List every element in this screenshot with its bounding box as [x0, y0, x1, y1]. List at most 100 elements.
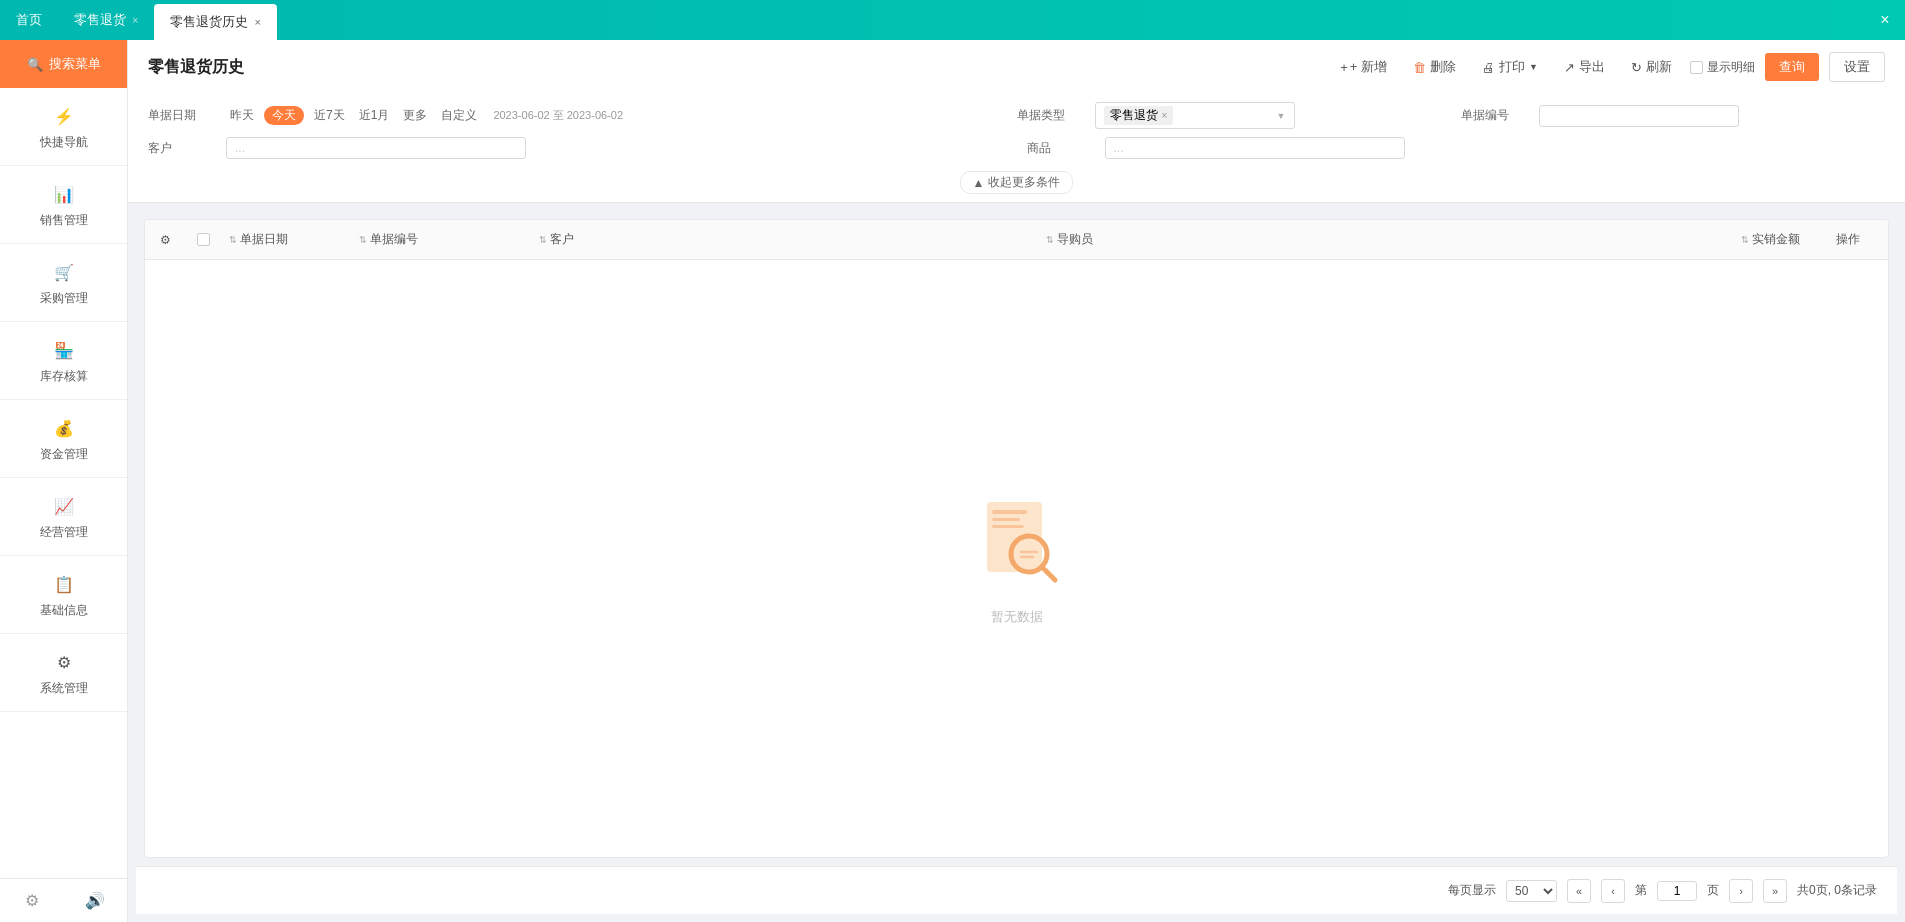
- sidebar-search-label: 搜索菜单: [49, 55, 101, 73]
- page-label: 第: [1635, 882, 1647, 899]
- svg-rect-2: [992, 518, 1020, 521]
- print-label: 打印: [1499, 58, 1525, 76]
- doc-type-tag: 零售退货 ×: [1104, 106, 1174, 125]
- sidebar-item-system-label: 系统管理: [40, 680, 88, 697]
- content-area: 零售退货历史 + + 新增 🗑 删除 🖨 打印 ▼: [128, 40, 1905, 922]
- settings-button[interactable]: 设置: [1829, 52, 1885, 82]
- col-number[interactable]: ⇅ 单据编号: [351, 231, 531, 248]
- sidebar-item-base[interactable]: 📋 基础信息: [0, 556, 127, 634]
- col-guide[interactable]: ⇅ 导购员: [1038, 231, 1198, 248]
- col-customer[interactable]: ⇅ 客户: [531, 231, 1038, 248]
- svg-rect-1: [992, 510, 1027, 514]
- display-toggle[interactable]: 显示明细: [1690, 59, 1755, 76]
- item-select[interactable]: ...: [1105, 137, 1405, 159]
- shortcut-today[interactable]: 今天: [264, 106, 304, 125]
- filter-row-2: 客户 ... 商品 ...: [148, 137, 1885, 159]
- page-size-select[interactable]: 50 10 20 100: [1506, 880, 1557, 902]
- doc-number-input[interactable]: [1539, 105, 1739, 127]
- toolbar: + + 新增 🗑 删除 🖨 打印 ▼ ↗ 导出: [1332, 52, 1885, 82]
- item-placeholder: ...: [1114, 141, 1124, 155]
- tab-retail-return[interactable]: 零售退货 ×: [58, 0, 154, 40]
- doc-type-tag-close[interactable]: ×: [1162, 110, 1168, 121]
- empty-illustration: [967, 492, 1067, 592]
- page-total-label: 页: [1707, 882, 1719, 899]
- query-button[interactable]: 查询: [1765, 53, 1819, 81]
- sidebar-item-finance[interactable]: 💰 资金管理: [0, 400, 127, 478]
- doc-type-select[interactable]: 零售退货 × ▼: [1095, 102, 1295, 129]
- sidebar-search[interactable]: 🔍 搜索菜单: [0, 40, 127, 88]
- shortcut-more[interactable]: 更多: [399, 106, 431, 125]
- sort-icon-number: ⇅: [359, 235, 367, 245]
- pagination-bar: 每页显示 50 10 20 100 « ‹ 第 页 › » 共0页, 0条记录: [136, 866, 1897, 914]
- col-amount[interactable]: ⇅ 实销金额: [1688, 231, 1808, 248]
- shortcut-1month[interactable]: 近1月: [355, 106, 394, 125]
- export-button[interactable]: ↗ 导出: [1556, 54, 1613, 80]
- col-number-label: 单据编号: [370, 231, 418, 248]
- export-icon: ↗: [1564, 60, 1575, 75]
- svg-rect-3: [992, 525, 1024, 528]
- sidebar-volume-btn[interactable]: 🔊: [64, 879, 128, 922]
- delete-label: 删除: [1430, 58, 1456, 76]
- refresh-icon: ↻: [1631, 60, 1642, 75]
- first-page-btn[interactable]: «: [1567, 879, 1591, 903]
- sidebar-item-operation[interactable]: 📈 经营管理: [0, 478, 127, 556]
- page-number-input[interactable]: [1657, 881, 1697, 901]
- customer-placeholder: ...: [235, 141, 245, 155]
- add-button[interactable]: + + 新增: [1332, 54, 1395, 80]
- prev-page-btn[interactable]: ‹: [1601, 879, 1625, 903]
- operation-icon: 📈: [50, 492, 78, 520]
- page-header: 零售退货历史 + + 新增 🗑 删除 🖨 打印 ▼: [128, 40, 1905, 203]
- table-settings-icon[interactable]: ⚙: [145, 233, 185, 247]
- sidebar-item-inventory[interactable]: 🏪 库存核算: [0, 322, 127, 400]
- collapse-icon: ▲: [973, 176, 985, 190]
- sort-icon-guide: ⇅: [1046, 235, 1054, 245]
- sidebar-item-purchase-label: 采购管理: [40, 290, 88, 307]
- date-label: 单据日期: [148, 107, 218, 124]
- sidebar-item-quick-nav[interactable]: ⚡ 快捷导航: [0, 88, 127, 166]
- shortcut-7days[interactable]: 近7天: [310, 106, 349, 125]
- date-shortcuts: 昨天 今天 近7天 近1月 更多 自定义 2023-06-02 至 2023-0…: [226, 106, 623, 125]
- table-header: ⚙ ⇅ 单据日期 ⇅ 单据编号 ⇅ 客户: [145, 220, 1888, 260]
- delete-button[interactable]: 🗑 删除: [1405, 54, 1464, 80]
- display-toggle-checkbox[interactable]: [1690, 61, 1703, 74]
- table-header-checkbox[interactable]: [185, 233, 221, 246]
- col-date-label: 单据日期: [240, 231, 288, 248]
- col-date[interactable]: ⇅ 单据日期: [221, 231, 351, 248]
- col-action-label: 操作: [1836, 231, 1860, 248]
- doc-type-tag-label: 零售退货: [1110, 107, 1158, 124]
- window-close-button[interactable]: ×: [1865, 0, 1905, 40]
- add-label: + 新增: [1350, 58, 1387, 76]
- sidebar-settings-btn[interactable]: ⚙: [0, 879, 64, 922]
- refresh-button[interactable]: ↻ 刷新: [1623, 54, 1680, 80]
- col-amount-label: 实销金额: [1752, 231, 1800, 248]
- sidebar-item-system[interactable]: ⚙ 系统管理: [0, 634, 127, 712]
- date-range-display: 2023-06-02 至 2023-06-02: [493, 108, 623, 123]
- tab-retail-return-close[interactable]: ×: [132, 14, 138, 26]
- print-button[interactable]: 🖨 打印 ▼: [1474, 54, 1546, 80]
- sort-icon-date: ⇅: [229, 235, 237, 245]
- customer-select[interactable]: ...: [226, 137, 526, 159]
- print-icon: 🖨: [1482, 60, 1495, 75]
- tab-home[interactable]: 首页: [0, 0, 58, 40]
- select-all-checkbox[interactable]: [197, 233, 210, 246]
- last-page-btn[interactable]: »: [1763, 879, 1787, 903]
- tab-retail-return-label: 零售退货: [74, 11, 126, 29]
- sidebar-item-finance-label: 资金管理: [40, 446, 88, 463]
- add-icon: +: [1340, 60, 1348, 75]
- sidebar-bottom: ⚙ 🔊: [0, 878, 127, 922]
- inventory-icon: 🏪: [50, 336, 78, 364]
- sidebar-item-base-label: 基础信息: [40, 602, 88, 619]
- col-guide-label: 导购员: [1057, 231, 1093, 248]
- sidebar-item-sales[interactable]: 📊 销售管理: [0, 166, 127, 244]
- item-label: 商品: [1027, 140, 1097, 157]
- shortcut-yesterday[interactable]: 昨天: [226, 106, 258, 125]
- tab-retail-return-history-close[interactable]: ×: [254, 16, 260, 28]
- collapse-button[interactable]: ▲ 收起更多条件: [960, 171, 1074, 194]
- shortcut-custom[interactable]: 自定义: [437, 106, 481, 125]
- sidebar-item-operation-label: 经营管理: [40, 524, 88, 541]
- print-dropdown-icon: ▼: [1529, 62, 1538, 72]
- tab-retail-return-history[interactable]: 零售退货历史 ×: [154, 4, 276, 40]
- next-page-btn[interactable]: ›: [1729, 879, 1753, 903]
- sidebar-item-purchase[interactable]: 🛒 采购管理: [0, 244, 127, 322]
- collapse-bar: ▲ 收起更多条件: [148, 167, 1885, 202]
